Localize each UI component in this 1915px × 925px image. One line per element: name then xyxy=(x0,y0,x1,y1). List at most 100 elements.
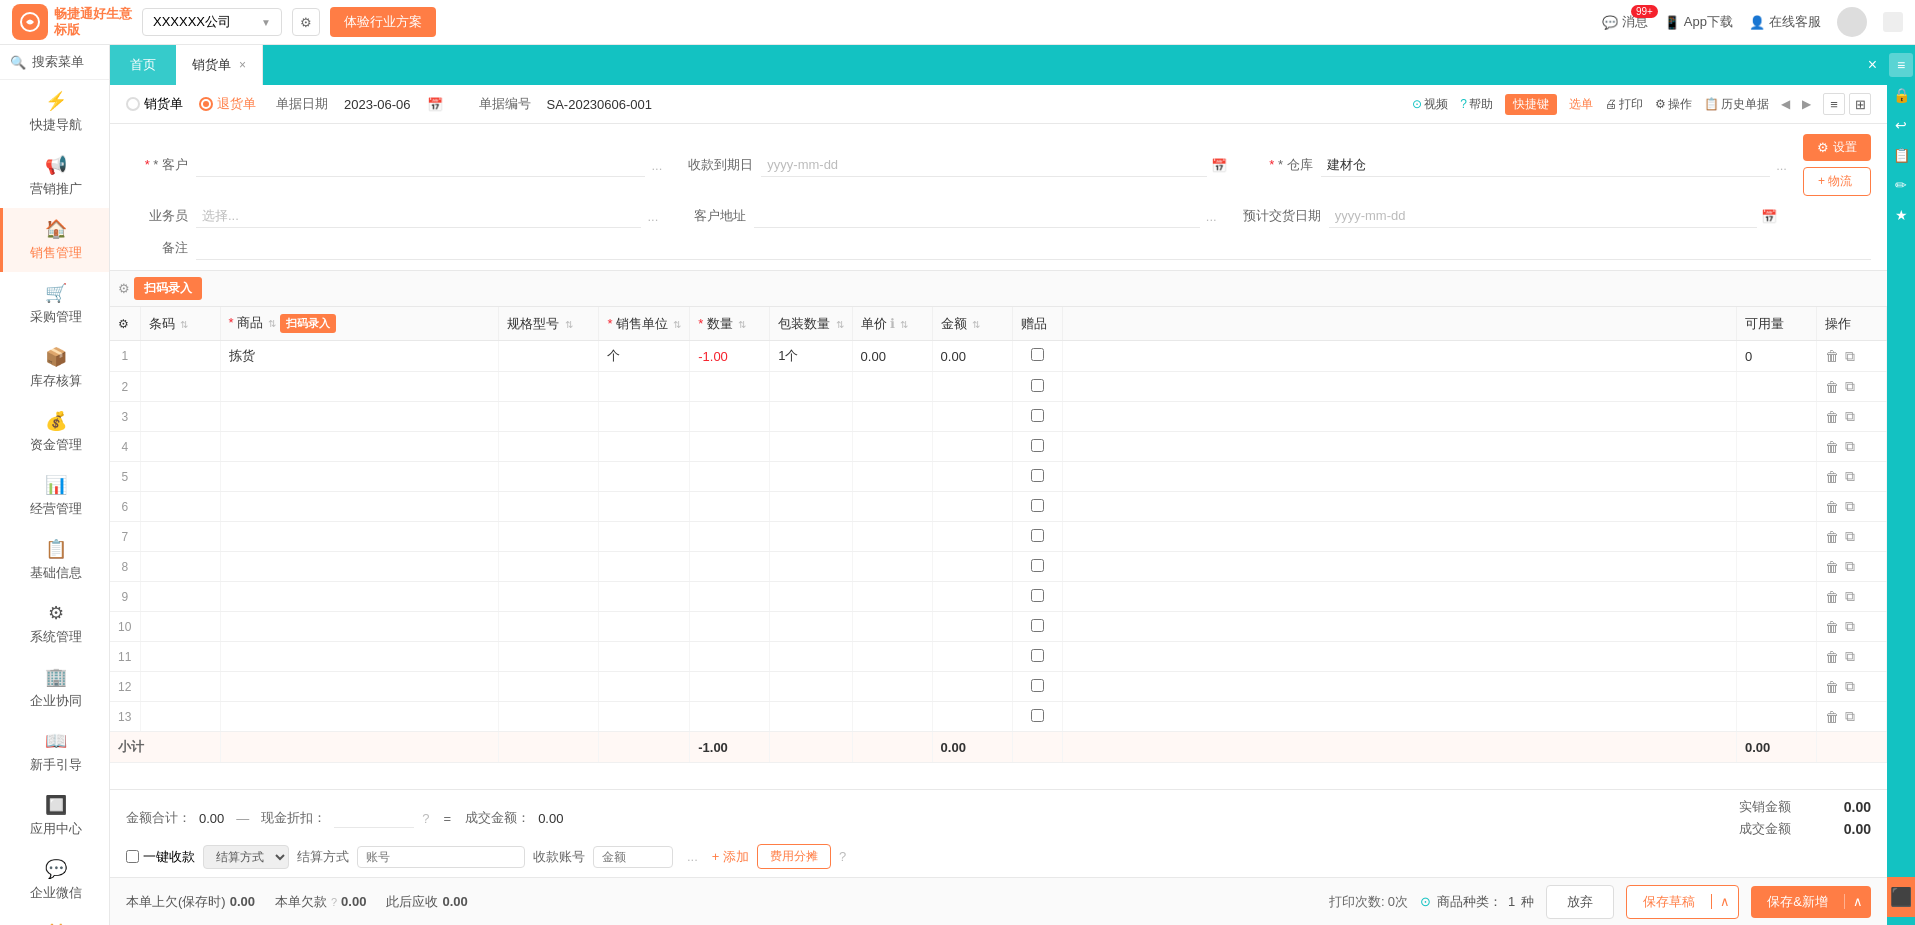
th-pkg[interactable]: 包装数量 ⇅ xyxy=(770,307,852,341)
sidebar-item-wechat[interactable]: 💬 企业微信 xyxy=(0,848,109,912)
row-price[interactable] xyxy=(852,372,932,402)
add-button[interactable]: + 添加 xyxy=(712,848,749,866)
row-unit[interactable] xyxy=(599,432,690,462)
gift-checkbox[interactable] xyxy=(1031,499,1044,512)
gift-checkbox[interactable] xyxy=(1031,619,1044,632)
scan-btn-inline[interactable]: 扫码录入 xyxy=(280,314,336,333)
row-pkg-qty[interactable] xyxy=(770,372,852,402)
row-spec[interactable] xyxy=(499,552,599,582)
row-spec[interactable] xyxy=(499,432,599,462)
barcode-input[interactable] xyxy=(149,709,212,724)
shortcut-action[interactable]: 快捷键 xyxy=(1505,94,1557,115)
row-unit[interactable] xyxy=(599,522,690,552)
row-amount[interactable] xyxy=(932,402,1012,432)
barcode-input[interactable] xyxy=(149,619,212,634)
due-date-input[interactable] xyxy=(761,153,1206,177)
discount-input[interactable] xyxy=(334,808,414,828)
online-service-button[interactable]: 👤 在线客服 xyxy=(1749,13,1821,31)
delete-row-icon[interactable]: 🗑 xyxy=(1825,469,1839,485)
gift-checkbox[interactable] xyxy=(1031,409,1044,422)
row-amount[interactable] xyxy=(932,642,1012,672)
sidebar-item-quick-nav[interactable]: ⚡ 快捷导航 xyxy=(0,80,109,144)
th-gift[interactable]: 赠品 xyxy=(1012,307,1062,341)
copy-row-icon[interactable]: ⧉ xyxy=(1845,678,1855,695)
sidebar-item-purchase[interactable]: 🛒 采购管理 xyxy=(0,272,109,336)
th-product[interactable]: * 商品 ⇅ 扫码录入 xyxy=(220,307,499,341)
row-price[interactable] xyxy=(852,432,932,462)
row-amount[interactable] xyxy=(932,522,1012,552)
radio-sales-order[interactable]: 销货单 xyxy=(126,95,183,113)
gift-checkbox[interactable] xyxy=(1031,649,1044,662)
row-qty[interactable] xyxy=(690,372,770,402)
row-gift[interactable] xyxy=(1012,372,1062,402)
sidebar-item-sales[interactable]: 🏠 销售管理 xyxy=(0,208,109,272)
amount-dots[interactable]: ... xyxy=(681,849,704,864)
row-qty[interactable] xyxy=(690,582,770,612)
row-amount[interactable] xyxy=(932,582,1012,612)
gift-checkbox[interactable] xyxy=(1031,439,1044,452)
note-input[interactable] xyxy=(196,236,1871,260)
owed-help-icon[interactable]: ? xyxy=(331,896,337,908)
row-product[interactable] xyxy=(220,522,499,552)
trial-button[interactable]: 体验行业方案 xyxy=(330,7,436,37)
row-spec[interactable] xyxy=(499,612,599,642)
barcode-input[interactable] xyxy=(149,649,212,664)
delete-row-icon[interactable]: 🗑 xyxy=(1825,649,1839,665)
delete-row-icon[interactable]: 🗑 xyxy=(1825,559,1839,575)
amount-input[interactable] xyxy=(593,846,673,868)
row-qty[interactable] xyxy=(690,462,770,492)
copy-row-icon[interactable]: ⧉ xyxy=(1845,348,1855,365)
row-spec[interactable] xyxy=(499,582,599,612)
onepay-cb-input[interactable] xyxy=(126,850,139,863)
barcode-input[interactable] xyxy=(149,499,212,514)
row-pkg-qty[interactable]: 1个 xyxy=(770,341,852,372)
account-input[interactable] xyxy=(357,846,525,868)
row-spec[interactable] xyxy=(499,462,599,492)
pay-method-select[interactable]: 结算方式 xyxy=(203,845,289,869)
copy-row-icon[interactable]: ⧉ xyxy=(1845,468,1855,485)
right-panel-btn-2[interactable]: ↩ xyxy=(1889,113,1913,137)
due-date-cal-icon[interactable]: 📅 xyxy=(1207,158,1231,173)
sidebar-item-system[interactable]: ⚙ 系统管理 xyxy=(0,592,109,656)
row-product[interactable] xyxy=(220,462,499,492)
barcode-input[interactable] xyxy=(149,589,212,604)
row-pkg-qty[interactable] xyxy=(770,432,852,462)
next-icon[interactable]: ▶ xyxy=(1802,97,1811,111)
row-amount[interactable] xyxy=(932,462,1012,492)
delete-row-icon[interactable]: 🗑 xyxy=(1825,589,1839,605)
copy-row-icon[interactable]: ⧉ xyxy=(1845,528,1855,545)
row-qty[interactable] xyxy=(690,432,770,462)
row-product[interactable] xyxy=(220,642,499,672)
prev-icon[interactable]: ◀ xyxy=(1781,97,1790,111)
copy-row-icon[interactable]: ⧉ xyxy=(1845,588,1855,605)
tab-close-icon[interactable]: × xyxy=(239,58,246,72)
row-amount[interactable] xyxy=(932,432,1012,462)
right-panel-orange-btn[interactable]: ⬛ xyxy=(1887,877,1915,917)
row-amount[interactable] xyxy=(932,372,1012,402)
row-unit[interactable] xyxy=(599,582,690,612)
row-unit[interactable] xyxy=(599,672,690,702)
row-product[interactable] xyxy=(220,432,499,462)
topbar-settings-button[interactable]: ⚙ xyxy=(292,8,320,36)
row-amount[interactable]: 0.00 xyxy=(932,341,1012,372)
delete-row-icon[interactable]: 🗑 xyxy=(1825,529,1839,545)
row-barcode[interactable] xyxy=(140,522,220,552)
barcode-input[interactable] xyxy=(149,349,212,364)
row-barcode[interactable] xyxy=(140,612,220,642)
print-action[interactable]: 🖨 打印 xyxy=(1605,96,1643,113)
row-barcode[interactable] xyxy=(140,552,220,582)
gift-checkbox[interactable] xyxy=(1031,679,1044,692)
row-qty[interactable] xyxy=(690,402,770,432)
row-barcode[interactable] xyxy=(140,702,220,732)
row-pkg-qty[interactable] xyxy=(770,492,852,522)
avatar-expand[interactable] xyxy=(1883,12,1903,32)
row-price[interactable] xyxy=(852,582,932,612)
sidebar-item-enterprise[interactable]: 🏢 企业协同 xyxy=(0,656,109,720)
row-amount[interactable] xyxy=(932,552,1012,582)
row-spec[interactable] xyxy=(499,522,599,552)
row-qty[interactable] xyxy=(690,702,770,732)
right-panel-btn-3[interactable]: 📋 xyxy=(1889,143,1913,167)
row-qty[interactable]: -1.00 xyxy=(690,341,770,372)
gift-checkbox[interactable] xyxy=(1031,589,1044,602)
gift-checkbox[interactable] xyxy=(1031,529,1044,542)
